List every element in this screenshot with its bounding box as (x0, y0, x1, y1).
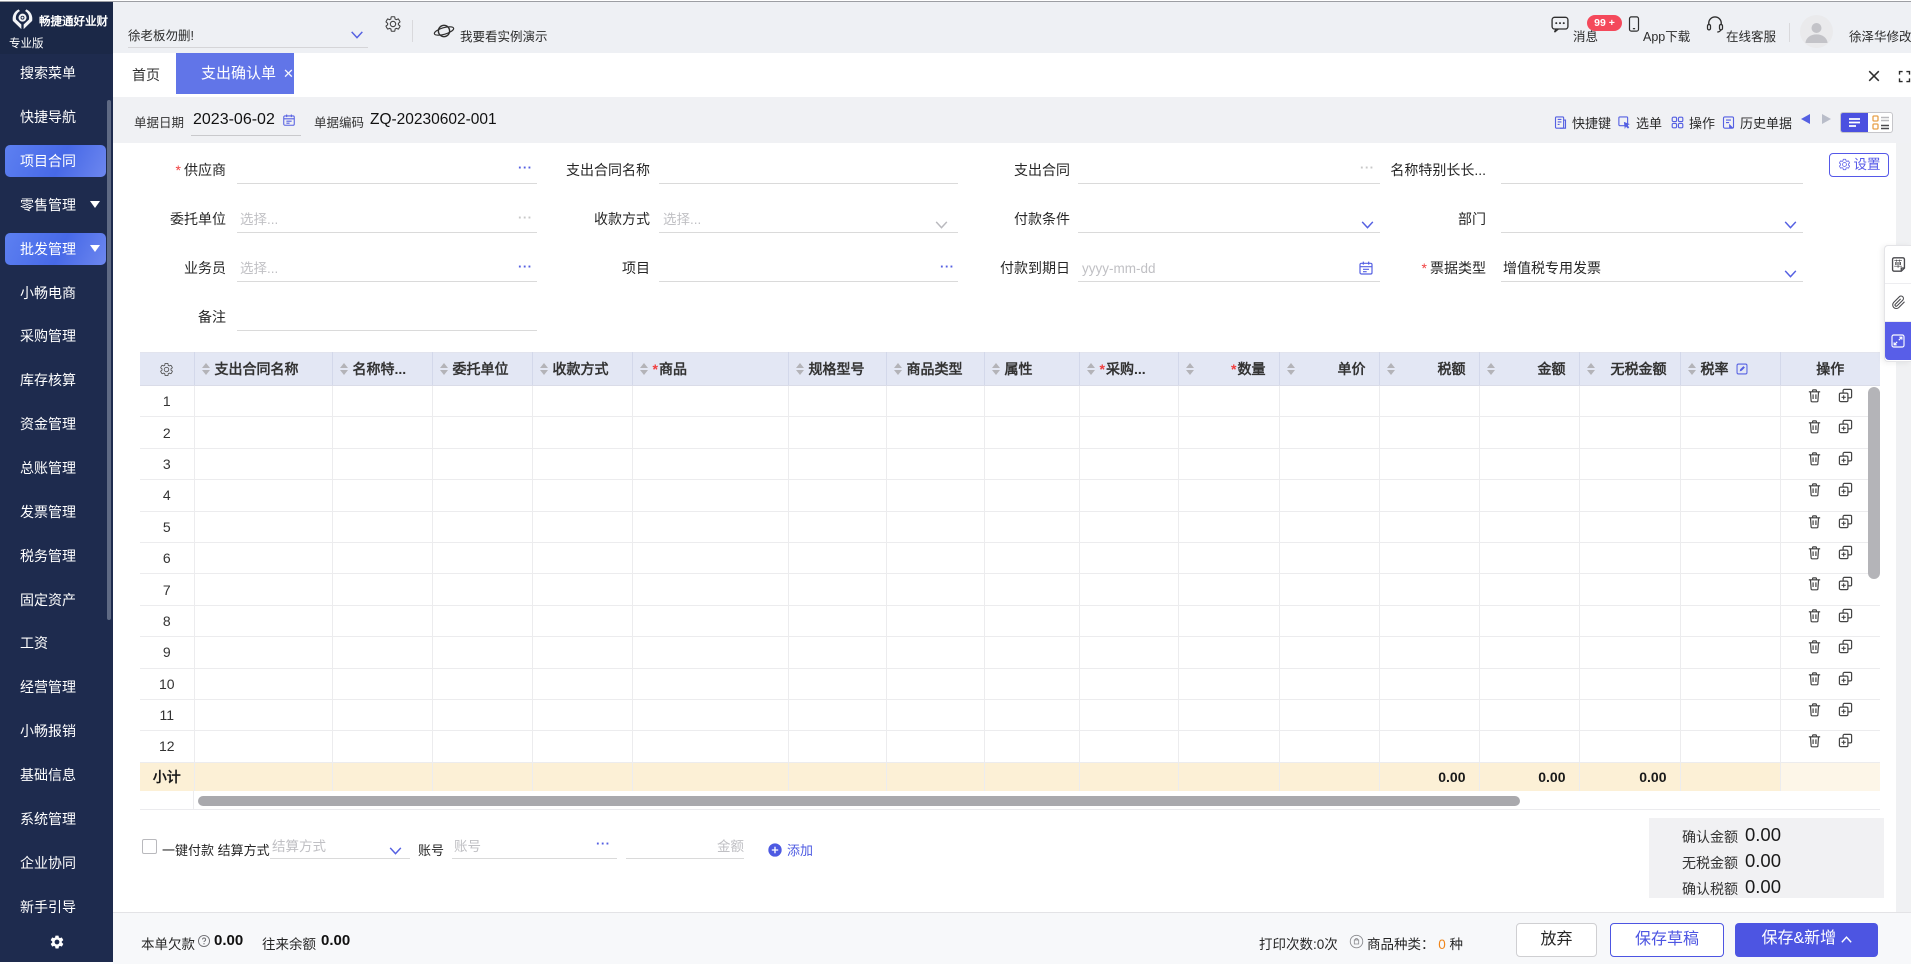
svg-text:草: 草 (1893, 258, 1902, 269)
